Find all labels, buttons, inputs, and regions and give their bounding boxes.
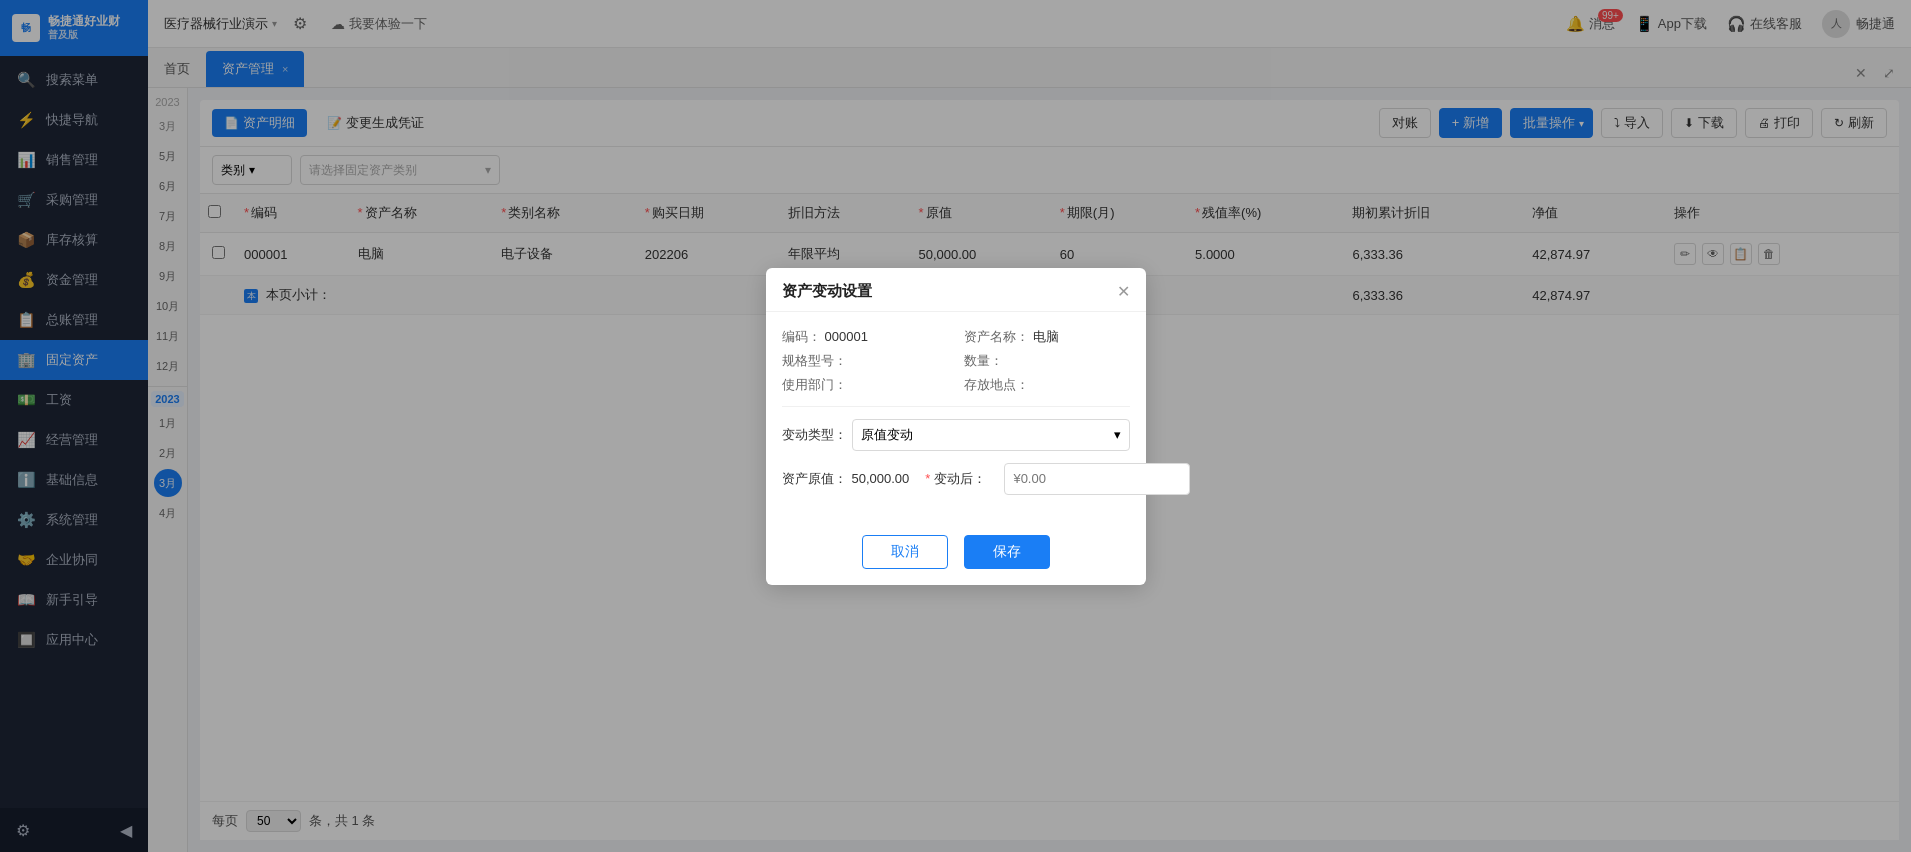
modal-code-row: 编码： 000001 (782, 328, 948, 346)
required-star: * (925, 471, 930, 486)
modal-info-grid: 编码： 000001 资产名称： 电脑 规格型号： 数量： 使用部门： (782, 328, 1130, 394)
modal-change-type-label: 变动类型： (782, 426, 852, 444)
modal-spec-row: 规格型号： (782, 352, 948, 370)
asset-change-modal: 资产变动设置 ✕ 编码： 000001 资产名称： 电脑 规格型号： 数量： (766, 268, 1146, 585)
modal-close-icon[interactable]: ✕ (1117, 282, 1130, 301)
modal-code-value: 000001 (825, 329, 868, 344)
modal-dept-row: 使用部门： (782, 376, 948, 394)
change-type-select[interactable]: 原值变动 ▾ (852, 419, 1130, 451)
cancel-button[interactable]: 取消 (862, 535, 948, 569)
change-type-chevron-icon: ▾ (1114, 427, 1121, 442)
modal-quantity-row: 数量： (964, 352, 1130, 370)
modal-divider (782, 406, 1130, 407)
modal-header: 资产变动设置 ✕ (766, 268, 1146, 312)
modal-body: 编码： 000001 资产名称： 电脑 规格型号： 数量： 使用部门： (766, 312, 1146, 523)
modal-location-row: 存放地点： (964, 376, 1130, 394)
modal-after-change-label: 变动后： (934, 470, 1004, 488)
modal-change-type-row: 变动类型： 原值变动 ▾ (782, 419, 1130, 451)
after-change-input[interactable] (1004, 463, 1190, 495)
modal-overlay[interactable]: 资产变动设置 ✕ 编码： 000001 资产名称： 电脑 规格型号： 数量： (0, 0, 1911, 852)
modal-asset-name-row: 资产名称： 电脑 (964, 328, 1130, 346)
change-type-value: 原值变动 (861, 426, 913, 444)
modal-asset-value-label: 资产原值： (782, 470, 852, 488)
modal-asset-value-value: 50,000.00 (852, 471, 910, 486)
save-button[interactable]: 保存 (964, 535, 1050, 569)
modal-asset-value-row: 资产原值： 50,000.00 * 变动后： (782, 463, 1130, 495)
modal-footer: 取消 保存 (766, 523, 1146, 585)
modal-title: 资产变动设置 (782, 282, 872, 301)
modal-asset-name-value: 电脑 (1033, 328, 1059, 346)
